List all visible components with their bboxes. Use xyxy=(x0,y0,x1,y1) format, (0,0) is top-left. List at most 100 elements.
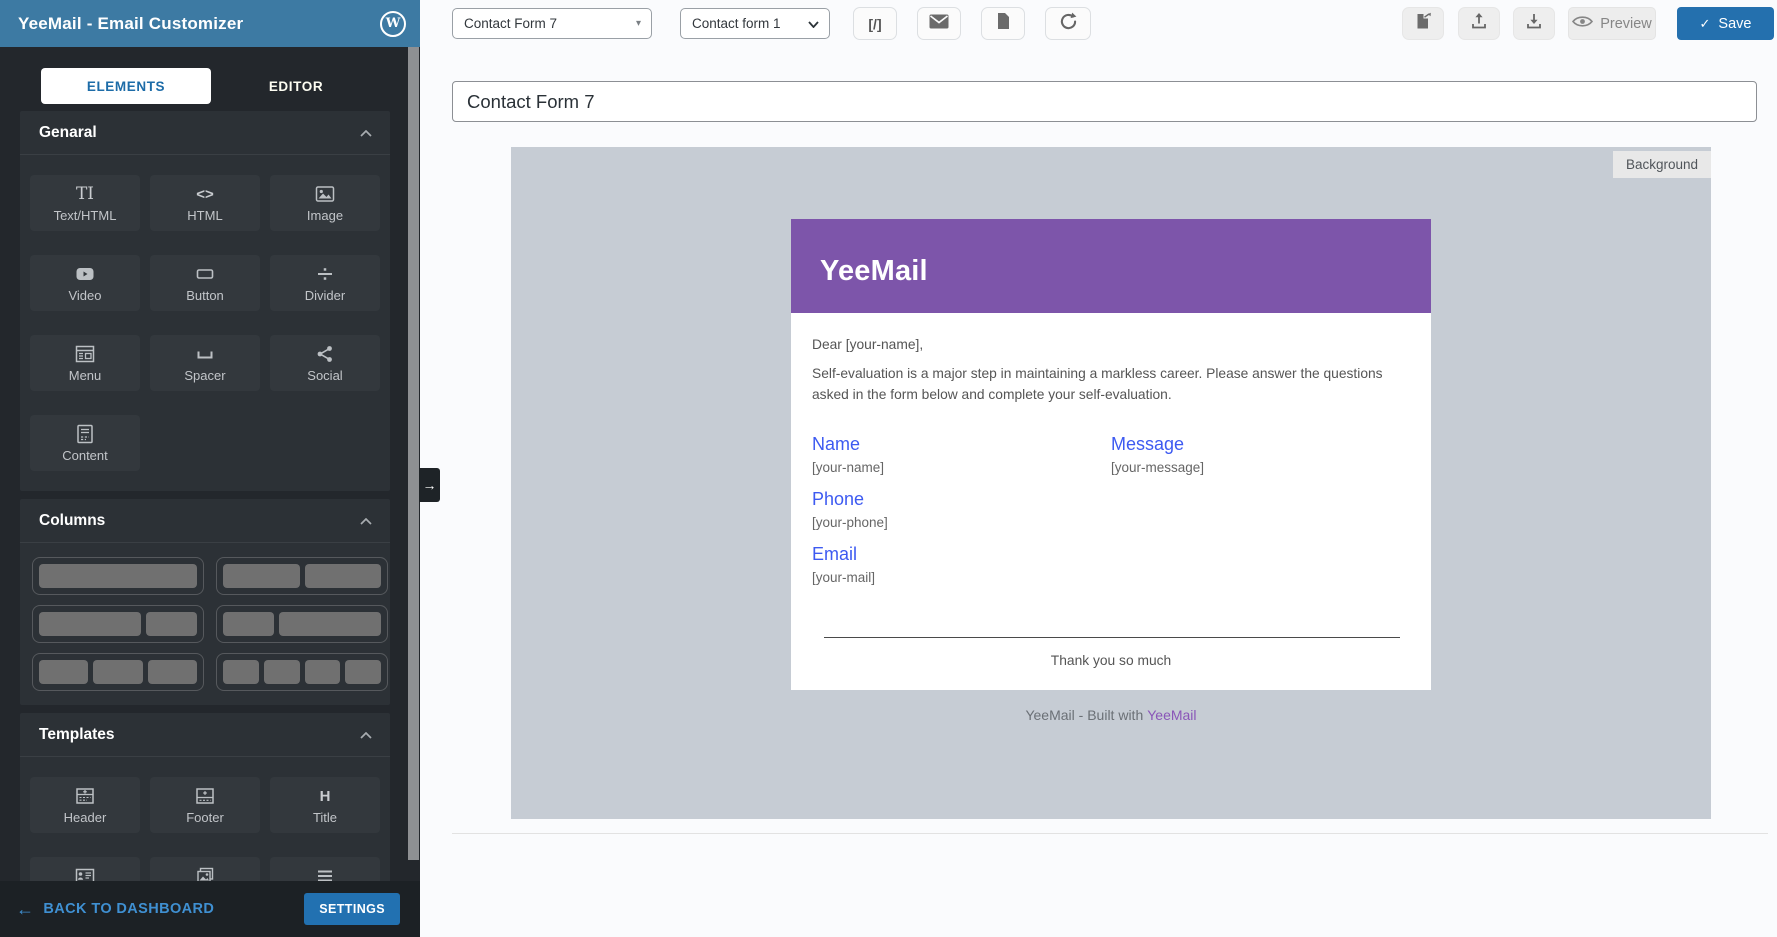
email-form-right-column: Message [your-message] xyxy=(1111,434,1410,585)
element-spacer[interactable]: Spacer xyxy=(150,335,260,391)
email-intro[interactable]: Self-evaluation is a major step in maint… xyxy=(812,363,1410,405)
element-social[interactable]: Social xyxy=(270,335,380,391)
credit-link[interactable]: YeeMail xyxy=(1147,707,1196,723)
email-greeting[interactable]: Dear [your-name], xyxy=(812,334,1410,355)
tab-elements[interactable]: ELEMENTS xyxy=(41,68,211,104)
template-title[interactable]: H Title xyxy=(270,777,380,833)
column-layout-one-third-two-thirds[interactable] xyxy=(216,605,388,643)
element-label: Social xyxy=(307,368,343,383)
shortcode-icon: [/] xyxy=(868,15,882,32)
sidebar-tabs: ELEMENTS EDITOR xyxy=(0,47,420,111)
save-button[interactable]: ✓ Save xyxy=(1677,7,1774,40)
element-video[interactable]: Video xyxy=(30,255,140,311)
element-image[interactable]: Image xyxy=(270,175,380,231)
section-columns-header[interactable]: Columns xyxy=(20,499,390,543)
field-value-email[interactable]: [your-mail] xyxy=(812,570,1111,585)
reset-icon xyxy=(1059,12,1078,36)
wordpress-icon: W xyxy=(380,10,406,37)
element-label: HTML xyxy=(187,208,223,223)
send-test-email-button[interactable] xyxy=(917,7,961,40)
field-value-message[interactable]: [your-message] xyxy=(1111,460,1410,475)
download-icon xyxy=(1525,12,1543,35)
export-button[interactable] xyxy=(1458,7,1500,40)
footer-template-icon xyxy=(195,785,215,807)
shortcode-button[interactable]: [/] xyxy=(853,7,897,40)
email-divider[interactable] xyxy=(824,637,1400,638)
back-to-dashboard-label: BACK TO DASHBOARD xyxy=(43,901,215,917)
column-layout-three[interactable] xyxy=(32,653,204,691)
import-template-button[interactable] xyxy=(1402,7,1444,40)
back-to-dashboard-link[interactable]: ← BACK TO DASHBOARD xyxy=(16,899,214,920)
page-icon xyxy=(994,12,1012,35)
field-value-phone[interactable]: [your-phone] xyxy=(812,515,1111,530)
email-intro-line: asked in the form below and complete you… xyxy=(812,387,1172,402)
sidebar: ELEMENTS EDITOR Genaral TI Text/HTML <> … xyxy=(0,47,420,937)
chevron-up-icon[interactable] xyxy=(360,129,372,137)
template-label: Header xyxy=(63,810,107,825)
email-canvas[interactable]: Background YeeMail Dear [your-name], Sel… xyxy=(511,147,1711,819)
column-layout-four[interactable] xyxy=(216,653,388,691)
settings-button[interactable]: SETTINGS xyxy=(304,893,400,925)
menu-icon xyxy=(75,343,95,365)
column-layout-one[interactable] xyxy=(32,557,204,595)
field-label-message[interactable]: Message xyxy=(1111,434,1410,455)
tab-editor[interactable]: EDITOR xyxy=(211,68,381,104)
spacer-icon xyxy=(195,343,215,365)
text-html-icon: TI xyxy=(75,184,95,204)
general-elements-grid: TI Text/HTML <> HTML Image Video Button … xyxy=(20,155,390,491)
mail-select-value: Contact form 1 xyxy=(692,16,781,31)
chevron-up-icon[interactable] xyxy=(360,517,372,525)
sidebar-scrollbar[interactable] xyxy=(408,47,419,860)
form-select[interactable]: Contact Form 7 ▾ xyxy=(452,8,652,39)
save-label: Save xyxy=(1718,15,1752,32)
reset-button[interactable] xyxy=(1045,7,1091,40)
background-selector[interactable]: Background xyxy=(1612,151,1711,178)
section-title: Genaral xyxy=(39,124,97,141)
element-content[interactable]: Content xyxy=(30,415,140,471)
element-divider[interactable]: Divider xyxy=(270,255,380,311)
element-label: Divider xyxy=(304,288,346,303)
email-closing[interactable]: Thank you so much xyxy=(812,653,1410,668)
envelope-icon xyxy=(929,14,949,34)
template-header[interactable]: Header xyxy=(30,777,140,833)
mail-select[interactable]: Contact form 1 xyxy=(680,8,830,39)
button-icon xyxy=(195,263,215,285)
element-label: Text/HTML xyxy=(53,208,117,223)
arrow-right-icon: → xyxy=(422,477,437,493)
template-title-input[interactable] xyxy=(452,81,1757,122)
template-label: Footer xyxy=(186,810,224,825)
field-label-email[interactable]: Email xyxy=(812,544,1111,565)
section-templates-header[interactable]: Templates xyxy=(20,713,390,757)
content-icon xyxy=(75,423,95,445)
element-menu[interactable]: Menu xyxy=(30,335,140,391)
email-header-block[interactable]: YeeMail xyxy=(791,219,1431,313)
video-icon xyxy=(75,263,95,285)
element-label: Spacer xyxy=(184,368,226,383)
divider-icon xyxy=(315,263,335,285)
page-button[interactable] xyxy=(981,7,1025,40)
email-form-left-column: Name [your-name] Phone [your-phone] Emai… xyxy=(812,434,1111,585)
field-label-name[interactable]: Name xyxy=(812,434,1111,455)
import-button[interactable] xyxy=(1513,7,1555,40)
column-layout-two-thirds-one-third[interactable] xyxy=(32,605,204,643)
preview-button[interactable]: Preview xyxy=(1568,7,1656,40)
header-template-icon xyxy=(75,785,95,807)
element-text-html[interactable]: TI Text/HTML xyxy=(30,175,140,231)
columns-grid xyxy=(20,543,390,705)
email-body-block[interactable]: Dear [your-name], Self-evaluation is a m… xyxy=(791,313,1431,690)
form-select-value: Contact Form 7 xyxy=(464,16,558,31)
chevron-up-icon[interactable] xyxy=(360,731,372,739)
template-footer[interactable]: Footer xyxy=(150,777,260,833)
element-html[interactable]: <> HTML xyxy=(150,175,260,231)
email-form-columns[interactable]: Name [your-name] Phone [your-phone] Emai… xyxy=(812,434,1410,585)
column-layout-two[interactable] xyxy=(216,557,388,595)
image-icon xyxy=(315,183,335,205)
upload-icon xyxy=(1470,12,1488,35)
sidebar-collapse-handle[interactable]: → xyxy=(419,468,440,502)
back-arrow-icon: ← xyxy=(16,898,35,919)
field-value-name[interactable]: [your-name] xyxy=(812,460,1111,475)
element-button[interactable]: Button xyxy=(150,255,260,311)
field-label-phone[interactable]: Phone xyxy=(812,489,1111,510)
section-general-header[interactable]: Genaral xyxy=(20,111,390,155)
credit-text: YeeMail - Built with xyxy=(1025,707,1144,723)
